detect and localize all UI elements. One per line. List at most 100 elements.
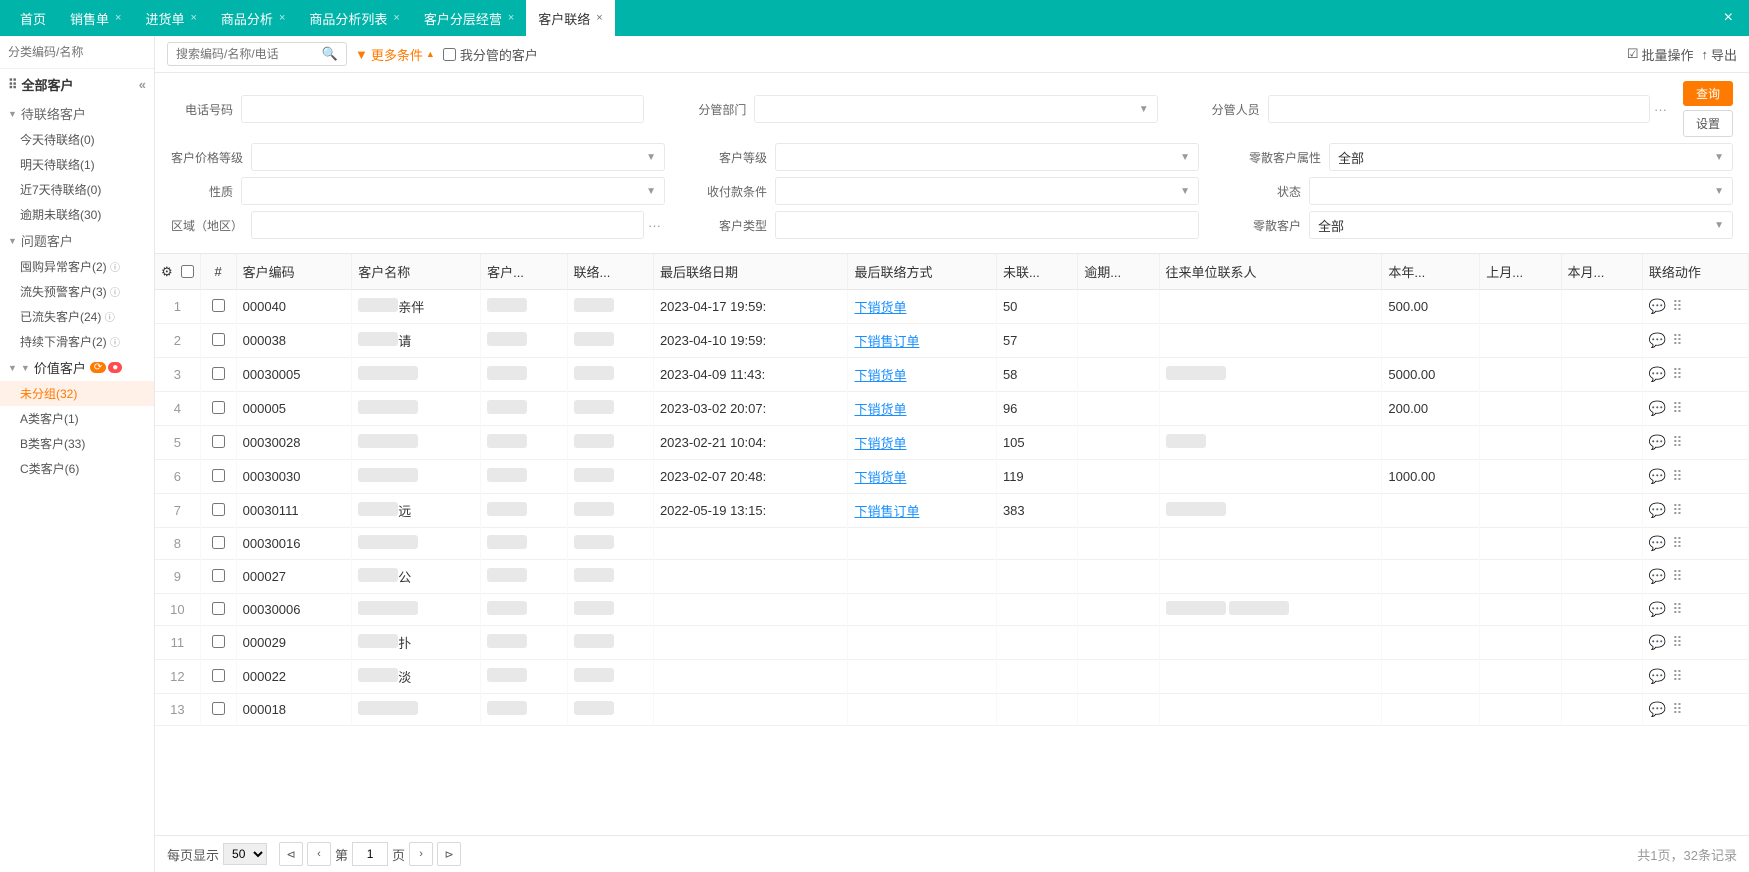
nav-tab-customer-contact[interactable]: 客户联络 × (526, 0, 614, 36)
price-level-select[interactable]: ▼ (251, 143, 665, 171)
chat-icon[interactable]: 💬 (1649, 535, 1666, 552)
sidebar-item-declining[interactable]: 持续下滑客户(2) ⓘ (0, 329, 154, 354)
last-method-link[interactable]: 下销货单 (854, 368, 906, 383)
row-checkbox[interactable] (212, 333, 225, 346)
row-checkbox[interactable] (212, 569, 225, 582)
phone-input[interactable] (241, 95, 644, 123)
sidebar-item-class-c[interactable]: C类客户(6) (0, 456, 154, 481)
row-checkbox-cell[interactable] (200, 392, 236, 426)
name-column-header[interactable]: 客户名称 (352, 254, 481, 290)
my-customers-check[interactable] (443, 48, 456, 61)
my-customers-checkbox[interactable]: 我分管的客户 (443, 45, 538, 64)
row-checkbox-cell[interactable] (200, 358, 236, 392)
row-checkbox[interactable] (212, 401, 225, 414)
sidebar-item-today-pending[interactable]: 今天待联络(0) (0, 127, 154, 152)
last-method-link[interactable]: 下销货单 (854, 436, 906, 451)
grid-action-icon[interactable]: ⠿ (1672, 332, 1682, 349)
grid-action-icon[interactable]: ⠿ (1672, 601, 1682, 618)
row-checkbox-cell[interactable] (200, 324, 236, 358)
prev-page-button[interactable]: ‹ (307, 842, 331, 866)
grid-action-icon[interactable]: ⠿ (1672, 298, 1682, 315)
sidebar-item-7days-pending[interactable]: 近7天待联络(0) (0, 177, 154, 202)
chat-icon[interactable]: 💬 (1649, 634, 1666, 651)
grid-action-icon[interactable]: ⠿ (1672, 366, 1682, 383)
nav-tab-customer-segment[interactable]: 客户分层经营 × (412, 0, 526, 36)
sidebar-item-class-b[interactable]: B类客户(33) (0, 431, 154, 456)
last-page-button[interactable]: ⊳ (437, 842, 461, 866)
row-checkbox-cell[interactable] (200, 460, 236, 494)
contact-column-header[interactable]: 联络... (567, 254, 653, 290)
row-checkbox-cell[interactable] (200, 426, 236, 460)
close-product-list-tab-icon[interactable]: × (393, 12, 399, 24)
last-method-link[interactable]: 下销售订单 (854, 334, 919, 349)
sidebar-item-lost[interactable]: 已流失客户(24) ⓘ (0, 304, 154, 329)
nav-home[interactable]: 首页 (8, 0, 58, 36)
select-all-checkbox[interactable] (181, 265, 194, 278)
row-checkbox-cell[interactable] (200, 560, 236, 594)
nav-tab-purchase[interactable]: 进货单 × (133, 0, 208, 36)
customer-type-input[interactable] (775, 211, 1199, 239)
last-method-link[interactable]: 下销货单 (854, 470, 906, 485)
row-checkbox[interactable] (212, 367, 225, 380)
chat-icon[interactable]: 💬 (1649, 568, 1666, 585)
nav-tab-product-analysis[interactable]: 商品分析 × (209, 0, 297, 36)
sidebar-item-abnormal[interactable]: 囤购异常客户(2) ⓘ (0, 254, 154, 279)
close-customer-contact-tab-icon[interactable]: × (596, 12, 602, 24)
score-group-header[interactable]: ▼ 价值客户 ⟳ ● (0, 354, 154, 381)
row-checkbox-cell[interactable] (200, 626, 236, 660)
region-input[interactable] (251, 211, 644, 239)
chat-icon[interactable]: 💬 (1649, 468, 1666, 485)
chat-icon[interactable]: 💬 (1649, 701, 1666, 718)
last-month-column-header[interactable]: 上月... (1480, 254, 1561, 290)
last-method-link[interactable]: 下销货单 (854, 300, 906, 315)
export-button[interactable]: ↑ 导出 (1701, 45, 1737, 64)
grid-action-icon[interactable]: ⠿ (1672, 701, 1682, 718)
close-sales-tab-icon[interactable]: × (115, 12, 121, 24)
problem-group-header[interactable]: 问题客户 (0, 227, 154, 254)
sidebar-item-class-a[interactable]: A类客户(1) (0, 406, 154, 431)
row-checkbox[interactable] (212, 635, 225, 648)
code-column-header[interactable]: 客户编码 (236, 254, 352, 290)
page-number-input[interactable] (352, 842, 388, 866)
grid-action-icon[interactable]: ⠿ (1672, 668, 1682, 685)
last-method-link[interactable]: 下销售订单 (854, 504, 919, 519)
row-checkbox-cell[interactable] (200, 290, 236, 324)
batch-ops-button[interactable]: ☑ 批量操作 (1627, 45, 1694, 64)
sidebar-search-box[interactable]: 🔍 (0, 36, 154, 69)
row-checkbox[interactable] (212, 602, 225, 615)
nature-select[interactable]: ▼ (241, 177, 665, 205)
dept-select[interactable]: ▼ (754, 95, 1157, 123)
this-month-column-header[interactable]: 本月... (1561, 254, 1642, 290)
chat-icon[interactable]: 💬 (1649, 298, 1666, 315)
chat-icon[interactable]: 💬 (1649, 434, 1666, 451)
grid-action-icon[interactable]: ⠿ (1672, 535, 1682, 552)
chat-icon[interactable]: 💬 (1649, 668, 1666, 685)
category-column-header[interactable]: 客户... (481, 254, 567, 290)
grid-action-icon[interactable]: ⠿ (1672, 434, 1682, 451)
person-input[interactable] (1268, 95, 1650, 123)
row-checkbox-cell[interactable] (200, 594, 236, 626)
chat-icon[interactable]: 💬 (1649, 366, 1666, 383)
search-box[interactable]: 🔍 (167, 42, 347, 66)
person-more-icon[interactable]: ··· (1650, 102, 1671, 117)
query-button[interactable]: 查询 (1683, 81, 1733, 106)
next-page-button[interactable]: › (409, 842, 433, 866)
per-page-dropdown[interactable]: 50 (223, 843, 267, 865)
payment-select[interactable]: ▼ (775, 177, 1199, 205)
chat-icon[interactable]: 💬 (1649, 502, 1666, 519)
row-checkbox[interactable] (212, 702, 225, 715)
grid-action-icon[interactable]: ⠿ (1672, 468, 1682, 485)
settings-column-header[interactable]: ⚙ (155, 254, 200, 290)
pending-group-header[interactable]: 待联络客户 (0, 100, 154, 127)
sidebar-item-tomorrow-pending[interactable]: 明天待联络(1) (0, 152, 154, 177)
sidebar-collapse-button[interactable]: « (139, 77, 146, 92)
row-checkbox[interactable] (212, 669, 225, 682)
search-icon[interactable]: 🔍 (322, 46, 338, 62)
grid-action-icon[interactable]: ⠿ (1672, 568, 1682, 585)
chat-icon[interactable]: 💬 (1649, 601, 1666, 618)
chat-icon[interactable]: 💬 (1649, 332, 1666, 349)
partner-column-header[interactable]: 往来单位联系人 (1159, 254, 1382, 290)
grid-action-icon[interactable]: ⠿ (1672, 634, 1682, 651)
region-more-icon[interactable]: ··· (644, 218, 665, 233)
overdue-column-header[interactable]: 逾期... (1078, 254, 1159, 290)
